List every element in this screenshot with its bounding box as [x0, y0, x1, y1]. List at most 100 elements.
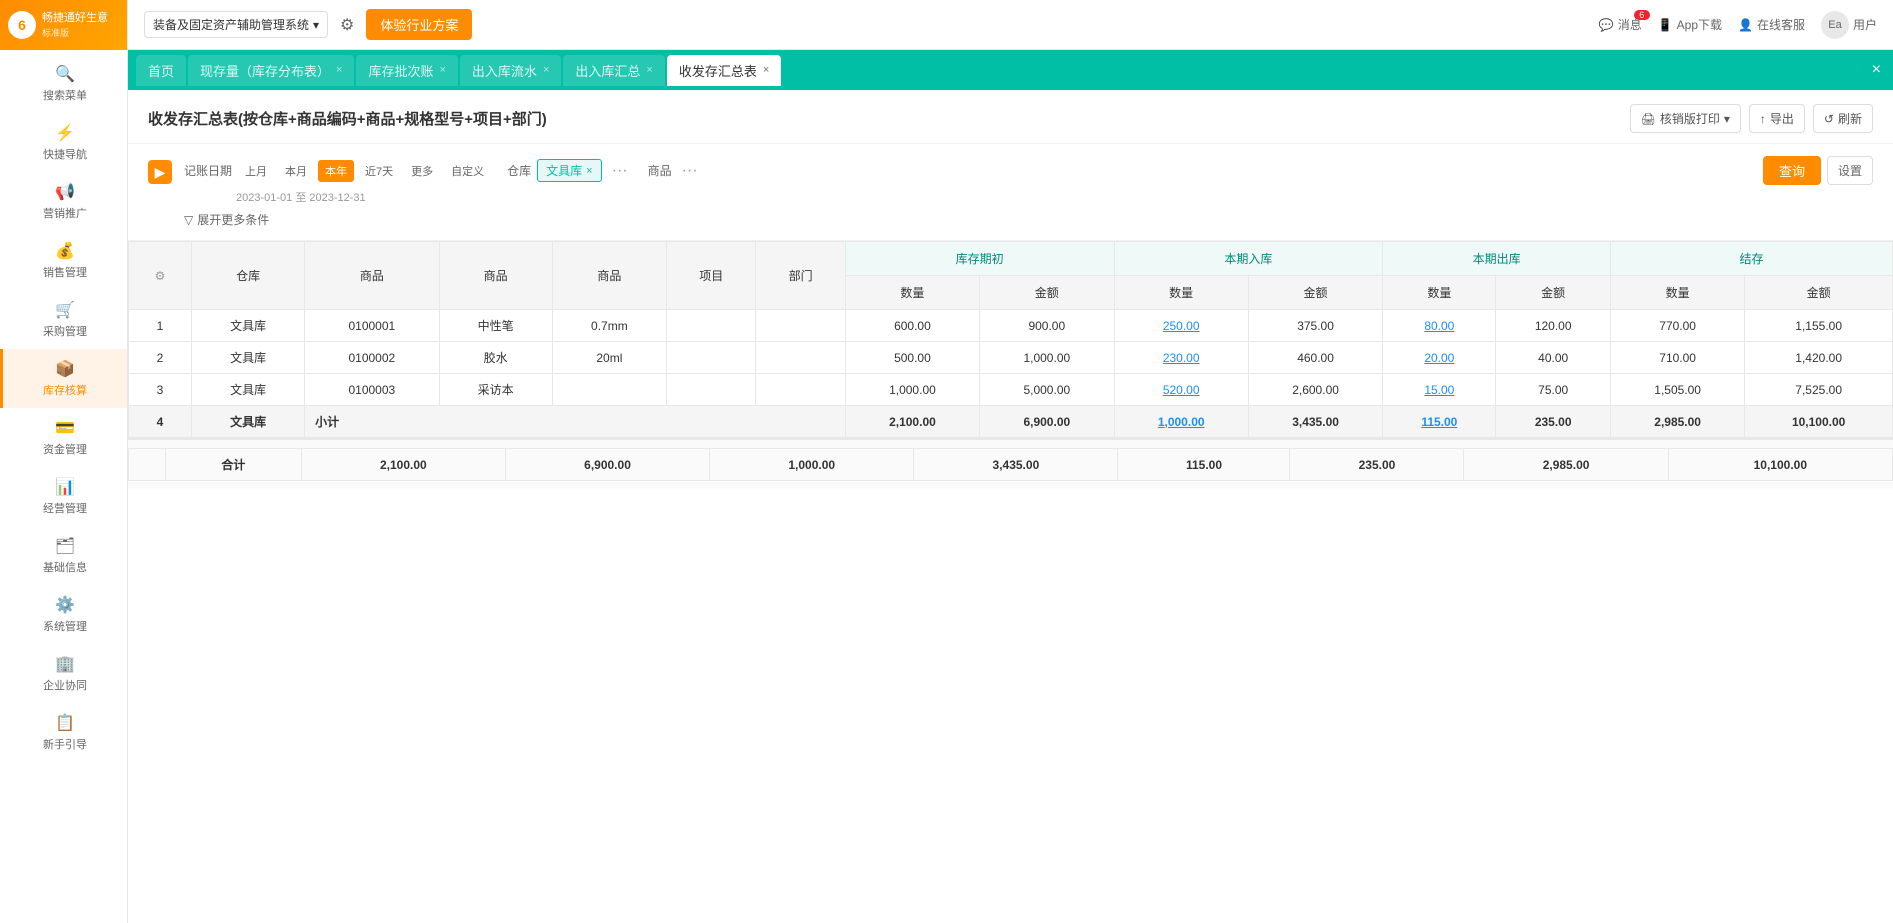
row-close-qty: 1,505.00 — [1610, 374, 1744, 406]
row-project — [667, 342, 756, 374]
date-btn-自定义[interactable]: 自定义 — [444, 160, 491, 182]
sidebar-icon-quick-nav: ⚡ — [55, 123, 75, 143]
user-item[interactable]: Ea 用户 — [1821, 11, 1877, 39]
date-label: 记账日期 — [184, 162, 232, 179]
row-dept — [756, 342, 845, 374]
subtotal-out-qty[interactable]: 115.00 — [1383, 406, 1496, 438]
tab-close-inventory_dist[interactable]: × — [336, 64, 342, 76]
expand-more-button[interactable]: ▽ 展开更多条件 — [184, 211, 1873, 228]
date-btn-本年[interactable]: 本年 — [318, 160, 354, 182]
row-in-qty[interactable]: 250.00 — [1114, 310, 1248, 342]
row-out-qty[interactable]: 20.00 — [1383, 342, 1496, 374]
tab-inventory_dist[interactable]: 现存量（库存分布表）× — [188, 55, 354, 86]
warehouse-label: 仓库 — [507, 162, 531, 179]
subtotal-in-qty[interactable]: 1,000.00 — [1114, 406, 1248, 438]
sidebar-item-guide[interactable]: 📋 新手引导 — [0, 703, 127, 762]
tab-bar-close[interactable]: × — [1868, 57, 1885, 83]
filter-toggle-button[interactable]: ▶ — [148, 160, 172, 184]
row-close-qty: 770.00 — [1610, 310, 1744, 342]
sidebar-item-enterprise[interactable]: 🏢 企业协同 — [0, 644, 127, 703]
tab-close-recv_send[interactable]: × — [763, 64, 769, 76]
settings-button[interactable]: 设置 — [1827, 156, 1873, 185]
goods-label: 商品 — [648, 162, 672, 179]
col-in-amt: 金额 — [1248, 276, 1382, 310]
row-in-qty[interactable]: 520.00 — [1114, 374, 1248, 406]
tab-label-inout_flow: 出入库流水 — [472, 61, 537, 80]
tab-close-batch[interactable]: × — [439, 64, 445, 76]
export-button[interactable]: ↑ 导出 — [1749, 104, 1805, 133]
refresh-button[interactable]: ↺ 刷新 — [1813, 104, 1873, 133]
sidebar-item-marketing[interactable]: 📢 营销推广 — [0, 172, 127, 231]
row-warehouse: 文具库 — [192, 310, 305, 342]
experience-button[interactable]: 体验行业方案 — [366, 9, 472, 40]
tab-inout_summary[interactable]: 出入库汇总× — [563, 55, 664, 86]
date-btn-近7天[interactable]: 近7天 — [358, 160, 400, 182]
warehouse-tag-text: 文具库 — [546, 162, 582, 179]
col-in-header: 本期入库 — [1114, 242, 1383, 276]
app-download-item[interactable]: 📱 App下载 — [1658, 16, 1722, 33]
logo-text-block: 畅捷通好生意 标准版 — [42, 11, 108, 38]
warehouse-filter: 仓库 文具库 × ··· — [507, 159, 631, 182]
sidebar-item-finance[interactable]: 💳 资金管理 — [0, 408, 127, 467]
goods-ellipsis[interactable]: ··· — [678, 162, 702, 180]
message-icon-item[interactable]: 💬 消息 6 — [1599, 16, 1642, 33]
query-button[interactable]: 查询 — [1763, 156, 1821, 185]
page-actions: 🖨 核销版打印 ▾ ↑ 导出 ↺ 刷新 — [1630, 104, 1873, 133]
sidebar-item-sales[interactable]: 💰 销售管理 — [0, 231, 127, 290]
date-btn-更多[interactable]: 更多 — [404, 160, 440, 182]
row-out-amt: 40.00 — [1496, 342, 1611, 374]
row-open-amt: 5,000.00 — [980, 374, 1114, 406]
row-out-qty[interactable]: 15.00 — [1383, 374, 1496, 406]
tab-inout_flow[interactable]: 出入库流水 × — [460, 55, 561, 86]
total-close-amt: 10,100.00 — [1668, 449, 1892, 481]
sidebar-label-guide: 新手引导 — [43, 736, 87, 752]
warehouse-ellipsis[interactable]: ··· — [608, 162, 632, 180]
row-out-qty[interactable]: 80.00 — [1383, 310, 1496, 342]
date-btn-上月[interactable]: 上月 — [238, 160, 274, 182]
subtotal-open-qty: 2,100.00 — [845, 406, 979, 438]
col-project-header: 项目 — [667, 242, 756, 310]
date-btn-本月[interactable]: 本月 — [278, 160, 314, 182]
col-settings-header[interactable]: ⚙ — [129, 242, 192, 310]
sidebar-icon-purchase: 🛒 — [55, 300, 75, 320]
col-open-amt: 金额 — [980, 276, 1114, 310]
row-close-amt: 7,525.00 — [1745, 374, 1893, 406]
message-icon: 💬 — [1599, 18, 1614, 32]
row-project — [667, 374, 756, 406]
warehouse-tag-close[interactable]: × — [586, 165, 592, 177]
tab-home[interactable]: 首页 — [136, 55, 186, 86]
sidebar-item-basic[interactable]: 🗂 基础信息 — [0, 526, 127, 585]
col-goods-name-header: 商品 — [439, 242, 552, 310]
logo-badge: 标准版 — [42, 26, 108, 39]
subtotal-label: 小计 — [305, 406, 846, 438]
total-out-amt: 235.00 — [1290, 449, 1464, 481]
expand-icon: ▽ — [184, 213, 193, 227]
row-warehouse: 文具库 — [192, 374, 305, 406]
row-in-amt: 2,600.00 — [1248, 374, 1382, 406]
sidebar-item-inventory[interactable]: 📦 库存核算 — [0, 349, 127, 408]
row-in-qty[interactable]: 230.00 — [1114, 342, 1248, 374]
total-open-amt: 6,900.00 — [505, 449, 709, 481]
tab-recv_send[interactable]: 收发存汇总表× — [667, 55, 781, 86]
sidebar-item-quick-nav[interactable]: ⚡ 快捷导航 — [0, 113, 127, 172]
sidebar-item-operation[interactable]: 📊 经营管理 — [0, 467, 127, 526]
sidebar-label-basic: 基础信息 — [43, 559, 87, 575]
tab-close-inout_summary[interactable]: × — [646, 64, 652, 76]
row-goods-spec: 20ml — [552, 342, 666, 374]
goods-filter: 商品 ··· — [648, 162, 702, 180]
system-select[interactable]: 装备及固定资产辅助管理系统 ▾ — [144, 11, 328, 38]
print-arrow-icon: ▾ — [1724, 112, 1730, 126]
row-warehouse: 文具库 — [192, 342, 305, 374]
page-content: 收发存汇总表(按仓库+商品编码+商品+规格型号+项目+部门) 🖨 核销版打印 ▾… — [128, 90, 1893, 923]
tab-batch[interactable]: 库存批次账× — [356, 55, 457, 86]
tab-label-home: 首页 — [148, 61, 174, 80]
sidebar-item-search[interactable]: 🔍 搜索菜单 — [0, 54, 127, 113]
col-opening-header: 库存期初 — [845, 242, 1114, 276]
sidebar-item-purchase[interactable]: 🛒 采购管理 — [0, 290, 127, 349]
topbar-settings-icon[interactable]: ⚙ — [340, 15, 354, 35]
sidebar-item-system[interactable]: ⚙️ 系统管理 — [0, 585, 127, 644]
online-service-item[interactable]: 👤 在线客服 — [1738, 16, 1805, 33]
print-button[interactable]: 🖨 核销版打印 ▾ — [1630, 104, 1741, 133]
tab-close-inout_flow[interactable]: × — [543, 64, 549, 76]
subtotal-warehouse: 文具库 — [192, 406, 305, 438]
